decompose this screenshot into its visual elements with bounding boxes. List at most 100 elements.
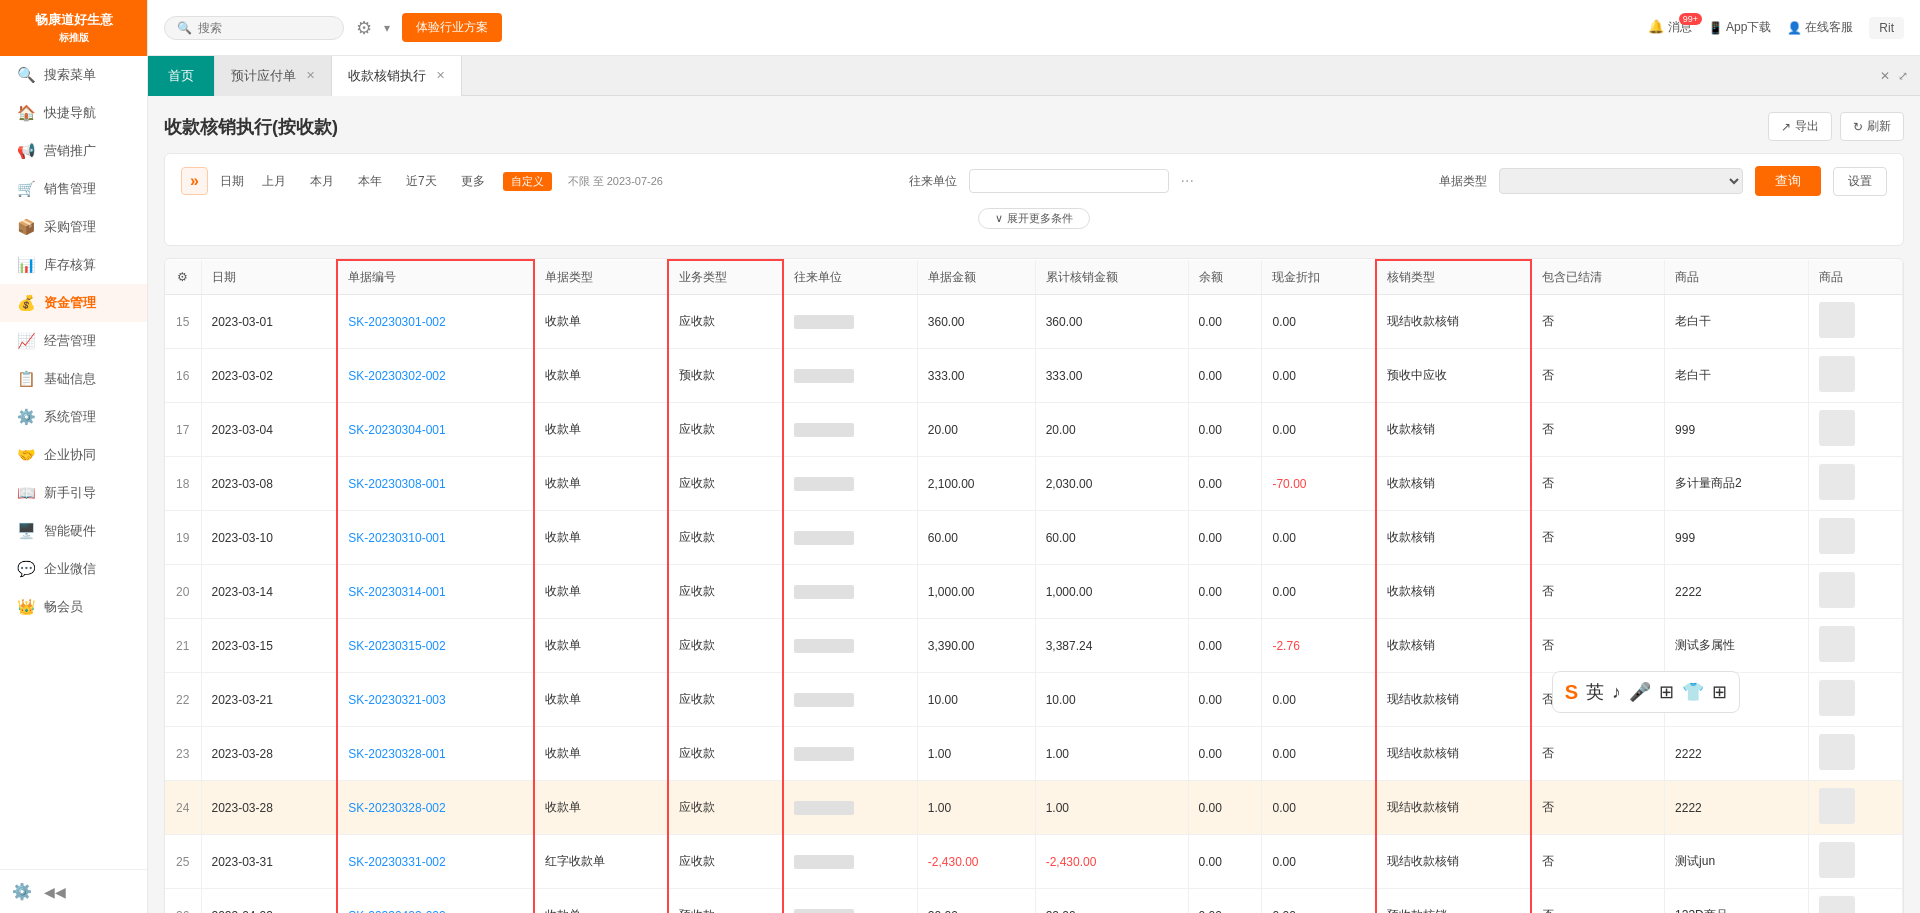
query-button[interactable]: 查询: [1755, 166, 1821, 196]
user-avatar[interactable]: Rit: [1869, 17, 1904, 39]
tab-pending[interactable]: 预计应付单 ✕: [215, 56, 332, 96]
bill-no-link[interactable]: SK-20230310-001: [348, 531, 445, 545]
col-date[interactable]: 日期: [201, 260, 337, 295]
tab-receipt-exec[interactable]: 收款核销执行 ✕: [332, 56, 462, 96]
col-balance[interactable]: 余额: [1188, 260, 1262, 295]
wm-icon-3[interactable]: 🎤: [1629, 681, 1651, 703]
search-input[interactable]: [198, 21, 318, 35]
sidebar-label-finance: 资金管理: [44, 294, 96, 312]
notification-bell[interactable]: 🔔 消息 99+: [1648, 19, 1692, 36]
col-gear[interactable]: ⚙: [165, 260, 201, 295]
sidebar-item-purchase[interactable]: 📦采购管理: [0, 208, 147, 246]
sidebar-label-search: 搜索菜单: [44, 66, 96, 84]
bill-no-link[interactable]: SK-20230308-001: [348, 477, 445, 491]
col-total-cancel[interactable]: 累计核销金额: [1035, 260, 1188, 295]
cell-bill-no: SK-20230403-002: [337, 889, 533, 914]
bill-no-link[interactable]: SK-20230328-002: [348, 801, 445, 815]
wm-icon-1[interactable]: 英: [1586, 680, 1604, 704]
sidebar-item-corp[interactable]: 🤝企业协同: [0, 436, 147, 474]
sidebar-item-guide[interactable]: 📖新手引导: [0, 474, 147, 512]
sidebar-item-finance[interactable]: 💰资金管理: [0, 284, 147, 322]
date-option-more[interactable]: 更多: [455, 171, 491, 192]
partner-filter-dots[interactable]: ···: [1181, 172, 1194, 190]
col-cancel-type[interactable]: 核销类型: [1376, 260, 1530, 295]
cell-bill-no: SK-20230328-002: [337, 781, 533, 835]
wm-icon-5[interactable]: 👕: [1682, 681, 1704, 703]
refresh-button[interactable]: ↻ 刷新: [1840, 112, 1904, 141]
col-bill-no[interactable]: 单据编号: [337, 260, 533, 295]
filter-toggle-button[interactable]: »: [181, 167, 208, 195]
bill-no-link[interactable]: SK-20230304-001: [348, 423, 445, 437]
col-product[interactable]: 商品: [1665, 260, 1809, 295]
date-option-7days[interactable]: 近7天: [400, 171, 443, 192]
wm-icon-2[interactable]: ♪: [1612, 682, 1621, 703]
wm-icon-4[interactable]: ⊞: [1659, 681, 1674, 703]
bill-no-link[interactable]: SK-20230302-002: [348, 369, 445, 383]
sidebar-item-basic[interactable]: 📋基础信息: [0, 360, 147, 398]
online-service-link[interactable]: 👤 在线客服: [1787, 19, 1853, 36]
sidebar-icon-hardware: 🖥️: [16, 522, 36, 540]
sidebar-item-marketing[interactable]: 📢营销推广: [0, 132, 147, 170]
col-amount[interactable]: 单据金额: [917, 260, 1035, 295]
date-option-this-month[interactable]: 本月: [304, 171, 340, 192]
topbar-search-box[interactable]: 🔍: [164, 16, 344, 40]
topbar-gear-icon[interactable]: ⚙: [356, 17, 372, 39]
cell-product: 2222: [1665, 565, 1809, 619]
cell-cancel-type: 现结收款核销: [1376, 835, 1530, 889]
table-row: 25 2023-03-31 SK-20230331-002 红字收款单 应收款 …: [165, 835, 1903, 889]
tab-expand-icon[interactable]: ⤢: [1898, 69, 1908, 83]
table-row: 21 2023-03-15 SK-20230315-002 收款单 应收款 3,…: [165, 619, 1903, 673]
wm-icon-6[interactable]: ⊞: [1712, 681, 1727, 703]
cell-date: 2023-03-28: [201, 781, 337, 835]
cell-product2: [1809, 835, 1903, 889]
col-biz-type[interactable]: 业务类型: [668, 260, 783, 295]
tabs-bar: 首页 预计应付单 ✕ 收款核销执行 ✕ ✕ ⤢: [148, 56, 1920, 96]
tab-pending-close[interactable]: ✕: [306, 69, 315, 82]
tab-home[interactable]: 首页: [148, 56, 215, 96]
col-partner[interactable]: 往来单位: [783, 260, 917, 295]
cell-product: 999: [1665, 511, 1809, 565]
date-option-this-year[interactable]: 本年: [352, 171, 388, 192]
col-bill-type[interactable]: 单据类型: [534, 260, 669, 295]
sidebar-item-operation[interactable]: 📈经营管理: [0, 322, 147, 360]
col-include-settled[interactable]: 包含已结清: [1531, 260, 1665, 295]
sidebar-item-wechat[interactable]: 💬企业微信: [0, 550, 147, 588]
sidebar-item-system[interactable]: ⚙️系统管理: [0, 398, 147, 436]
cell-date: 2023-03-31: [201, 835, 337, 889]
sidebar-settings-icon[interactable]: ⚙️: [12, 882, 32, 901]
app-download-link[interactable]: 📱 App下载: [1708, 19, 1771, 36]
tab-receipt-exec-close[interactable]: ✕: [436, 69, 445, 82]
product-img: [1819, 680, 1855, 716]
bill-type-select[interactable]: [1499, 168, 1743, 194]
sidebar-icon-operation: 📈: [16, 332, 36, 350]
sidebar-collapse-icon[interactable]: ◀◀: [44, 884, 66, 900]
sidebar-item-sales[interactable]: 🛒销售管理: [0, 170, 147, 208]
sidebar-item-quicknav[interactable]: 🏠快捷导航: [0, 94, 147, 132]
date-option-last-month[interactable]: 上月: [256, 171, 292, 192]
cell-product2: [1809, 457, 1903, 511]
refresh-icon: ↻: [1853, 120, 1863, 134]
bill-no-link[interactable]: SK-20230315-002: [348, 639, 445, 653]
col-cash-discount[interactable]: 现金折扣: [1262, 260, 1376, 295]
bill-no-link[interactable]: SK-20230301-002: [348, 315, 445, 329]
bill-no-link[interactable]: SK-20230314-001: [348, 585, 445, 599]
export-button[interactable]: ↗ 导出: [1768, 112, 1832, 141]
expand-conditions-button[interactable]: ∨ 展开更多条件: [978, 208, 1090, 229]
bill-no-link[interactable]: SK-20230328-001: [348, 747, 445, 761]
cell-date: 2023-04-03: [201, 889, 337, 914]
sidebar-item-inventory[interactable]: 📊库存核算: [0, 246, 147, 284]
filter-row-1: » 日期 上月 本月 本年 近7天 更多 自定义 不限 至 2023-07-26…: [181, 166, 1887, 196]
bill-no-link[interactable]: SK-20230321-003: [348, 693, 445, 707]
solution-button[interactable]: 体验行业方案: [402, 13, 502, 42]
partner-filter-input[interactable]: [969, 169, 1169, 193]
sidebar-item-member[interactable]: 👑畅会员: [0, 588, 147, 626]
bill-no-link[interactable]: SK-20230403-002: [348, 909, 445, 914]
cell-seq: 17: [165, 403, 201, 457]
date-custom-button[interactable]: 自定义: [503, 172, 552, 191]
setting-button[interactable]: 设置: [1833, 167, 1887, 196]
tab-close-icon[interactable]: ✕: [1880, 69, 1890, 83]
sidebar-item-search[interactable]: 🔍搜索菜单: [0, 56, 147, 94]
col-product2[interactable]: 商品: [1809, 260, 1903, 295]
sidebar-item-hardware[interactable]: 🖥️智能硬件: [0, 512, 147, 550]
bill-no-link[interactable]: SK-20230331-002: [348, 855, 445, 869]
